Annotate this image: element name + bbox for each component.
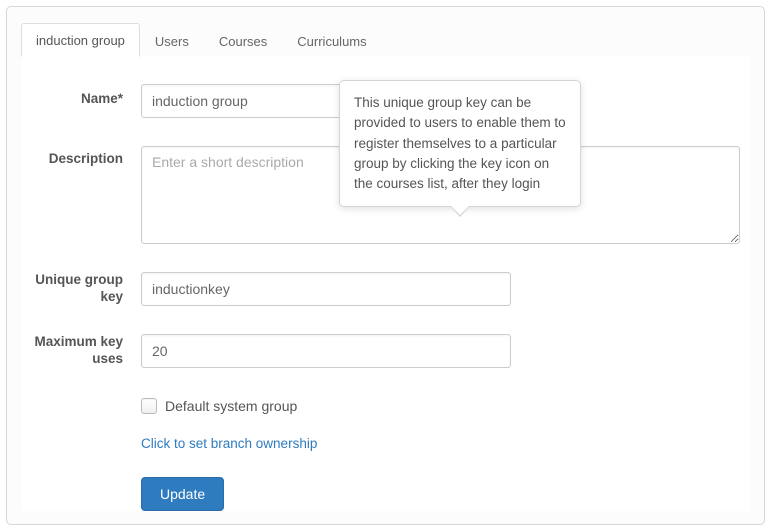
update-button[interactable]: Update (141, 477, 224, 511)
unique-key-tooltip: This unique group key can be provided to… (339, 80, 581, 207)
tab-bar: induction group Users Courses Curriculum… (21, 21, 750, 57)
row-unique-key: Unique group key (21, 272, 740, 306)
label-description: Description (21, 146, 141, 168)
group-settings-panel: induction group Users Courses Curriculum… (6, 6, 765, 525)
label-unique-key: Unique group key (21, 272, 141, 306)
set-branch-ownership-link[interactable]: Click to set branch ownership (141, 436, 317, 451)
default-group-label: Default system group (165, 398, 297, 414)
row-submit: Update (21, 477, 740, 511)
default-group-checkbox[interactable]: Default system group (141, 396, 297, 414)
tab-courses[interactable]: Courses (204, 24, 282, 57)
checkbox-icon (141, 398, 157, 414)
max-uses-input[interactable] (141, 334, 511, 368)
row-max-uses: Maximum key uses (21, 334, 740, 368)
label-name: Name* (21, 84, 141, 108)
tab-induction-group[interactable]: induction group (21, 23, 140, 57)
tab-curriculums[interactable]: Curriculums (282, 24, 381, 57)
tab-users[interactable]: Users (140, 24, 204, 57)
row-default-group: Default system group (21, 396, 740, 414)
row-branch-link: Click to set branch ownership (21, 436, 740, 451)
label-max-uses: Maximum key uses (21, 334, 141, 368)
unique-key-input[interactable] (141, 272, 511, 306)
